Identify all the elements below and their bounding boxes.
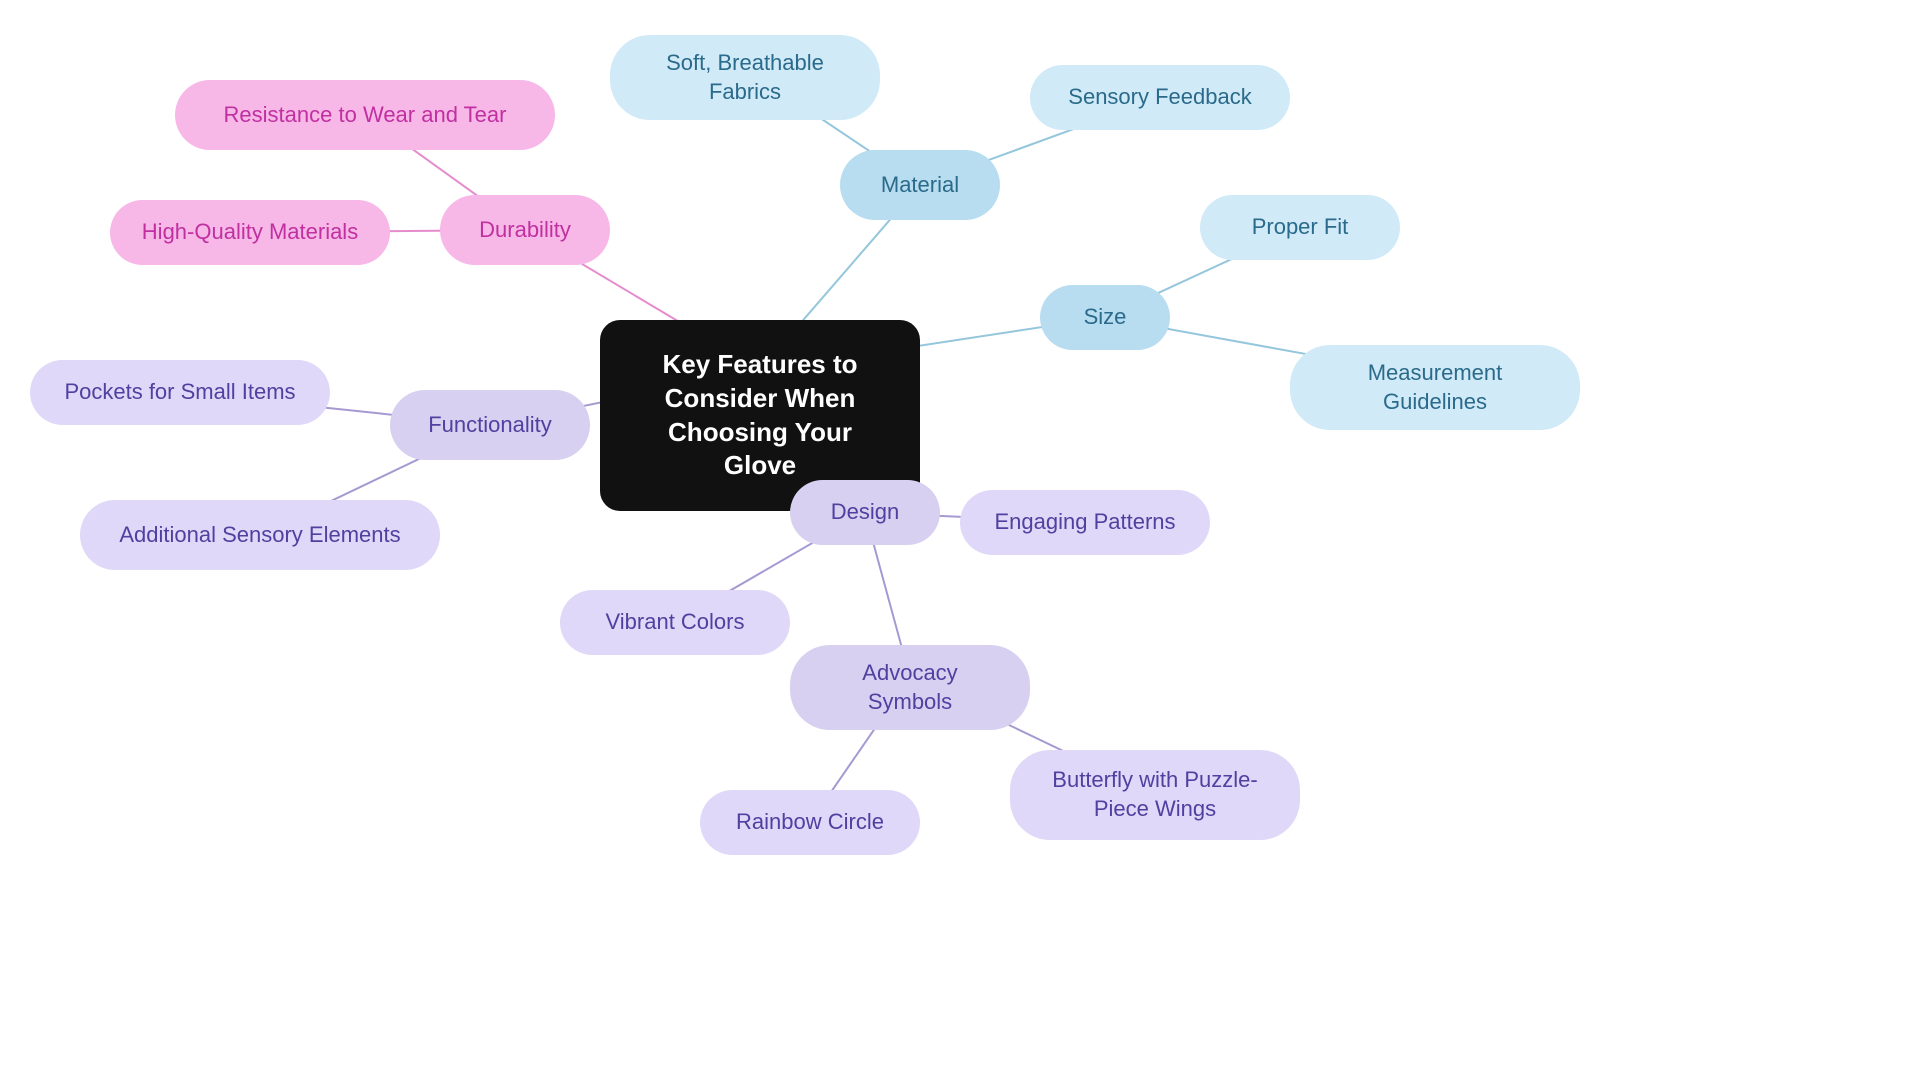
node-functionality: Functionality [390,390,590,460]
node-additional_sensory: Additional Sensory Elements [80,500,440,570]
node-pockets: Pockets for Small Items [30,360,330,425]
node-butterfly: Butterfly with Puzzle-Piece Wings [1010,750,1300,840]
node-resistance: Resistance to Wear and Tear [175,80,555,150]
node-engaging_patterns: Engaging Patterns [960,490,1210,555]
node-vibrant_colors: Vibrant Colors [560,590,790,655]
node-measurement_guidelines: Measurement Guidelines [1290,345,1580,430]
node-sensory_feedback: Sensory Feedback [1030,65,1290,130]
node-advocacy_symbols: Advocacy Symbols [790,645,1030,730]
node-high_quality: High-Quality Materials [110,200,390,265]
node-material: Material [840,150,1000,220]
node-durability: Durability [440,195,610,265]
node-design: Design [790,480,940,545]
node-proper_fit: Proper Fit [1200,195,1400,260]
node-rainbow_circle: Rainbow Circle [700,790,920,855]
node-size: Size [1040,285,1170,350]
node-soft_fabrics: Soft, Breathable Fabrics [610,35,880,120]
mindmap-container: Key Features to Consider When Choosing Y… [0,0,1920,1083]
